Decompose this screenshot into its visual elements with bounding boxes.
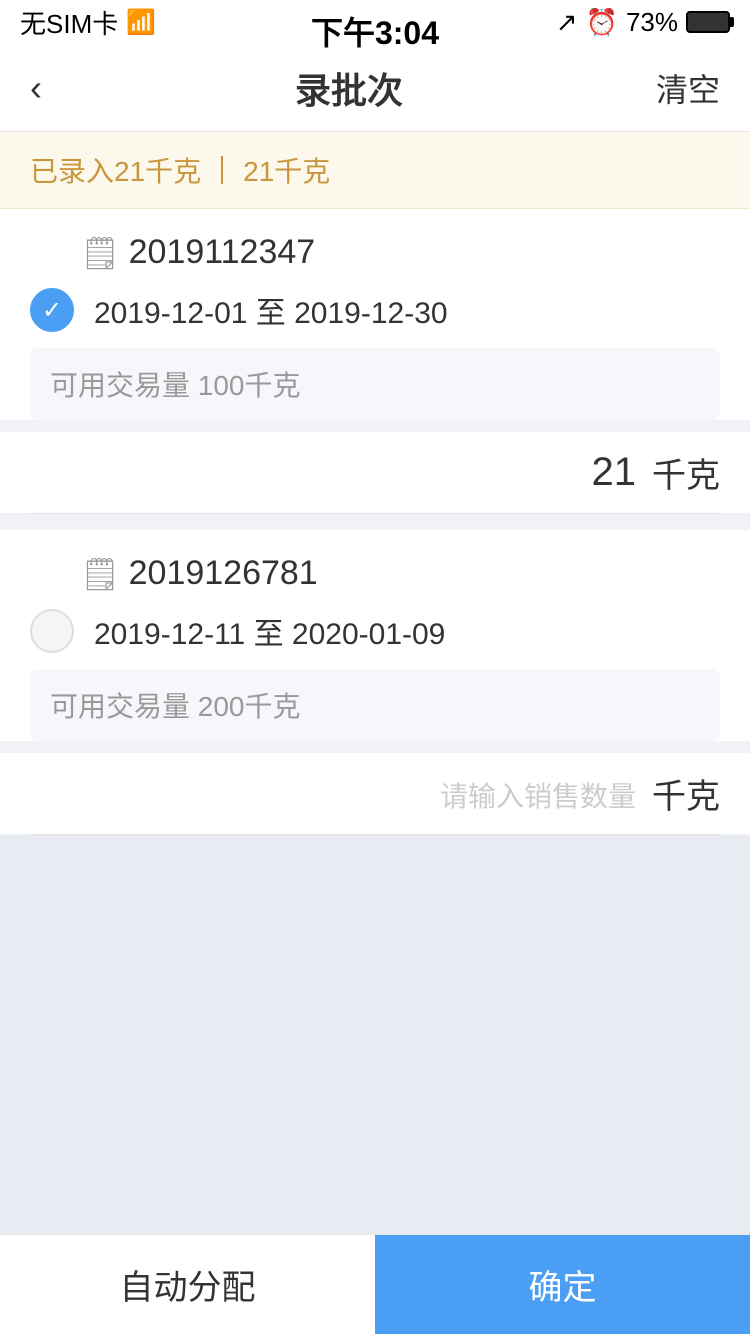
back-button[interactable]: ‹ bbox=[30, 67, 42, 109]
radio-btn-2[interactable] bbox=[30, 609, 74, 653]
status-time: 下午3:04 bbox=[311, 8, 439, 54]
nav-bar: ‹ 录批次 清空 bbox=[0, 44, 750, 132]
batch-doc-icon-2: 🗒 bbox=[80, 555, 121, 593]
qty-input-1[interactable] bbox=[436, 450, 636, 495]
input-row-2: 千克 bbox=[0, 753, 750, 834]
status-carrier: 无SIM卡 📶 bbox=[20, 4, 156, 41]
batch-card-1: 🗒 2019112347 2019-12-01 至 2019-12-30 可用交… bbox=[0, 209, 750, 420]
auto-distribute-button[interactable]: 自动分配 bbox=[0, 1235, 375, 1334]
batch-header-2: 🗒 2019126781 bbox=[0, 530, 750, 601]
batch-date-1: 2019-12-01 至 2019-12-30 bbox=[94, 288, 448, 332]
total-amount: 21千克 bbox=[243, 150, 330, 190]
info-banner: 已录入21千克 21千克 bbox=[0, 132, 750, 209]
batch-row-1: 2019-12-01 至 2019-12-30 bbox=[0, 280, 750, 340]
battery-text: 73% bbox=[626, 7, 678, 38]
content-area: 🗒 2019112347 2019-12-01 至 2019-12-30 可用交… bbox=[0, 209, 750, 1315]
radio-btn-1[interactable] bbox=[30, 288, 74, 332]
recorded-amount: 已录入21千克 bbox=[30, 150, 201, 190]
batch-card-2: 🗒 2019126781 2019-12-11 至 2020-01-09 可用交… bbox=[0, 530, 750, 741]
batch-qty-row-1: 可用交易量 100千克 bbox=[30, 348, 720, 420]
clear-button[interactable]: 清空 bbox=[656, 65, 720, 111]
bottom-bar: 自动分配 确定 bbox=[0, 1234, 750, 1334]
batch-header-1: 🗒 2019112347 bbox=[0, 209, 750, 280]
batch-row-2: 2019-12-11 至 2020-01-09 bbox=[0, 601, 750, 661]
confirm-button[interactable]: 确定 bbox=[375, 1235, 750, 1334]
section-sep-1 bbox=[0, 514, 750, 530]
battery-icon bbox=[686, 11, 730, 33]
input-row-1: 千克 bbox=[0, 432, 750, 513]
qty-unit-1: 千克 bbox=[652, 448, 720, 497]
qty-input-2[interactable] bbox=[436, 771, 636, 816]
batch-doc-icon-1: 🗒 bbox=[80, 234, 121, 272]
batch-date-2: 2019-12-11 至 2020-01-09 bbox=[94, 609, 445, 653]
alarm-icon: ⏰ bbox=[586, 7, 618, 38]
info-divider bbox=[221, 156, 223, 184]
batch-qty-label-2: 可用交易量 200千克 bbox=[50, 685, 301, 725]
batch-id-1: 2019112347 bbox=[129, 233, 316, 272]
status-bar: 无SIM卡 📶 下午3:04 ↗ ⏰ 73% bbox=[0, 0, 750, 44]
batch-qty-label-1: 可用交易量 100千克 bbox=[50, 364, 301, 404]
batch-id-2: 2019126781 bbox=[129, 554, 318, 593]
batch-qty-row-2: 可用交易量 200千克 bbox=[30, 669, 720, 741]
carrier-text: 无SIM卡 bbox=[20, 4, 118, 41]
qty-unit-2: 千克 bbox=[652, 769, 720, 818]
page-title: 录批次 bbox=[295, 62, 403, 114]
location-icon: ↗ bbox=[556, 7, 578, 38]
wifi-icon: 📶 bbox=[126, 8, 156, 37]
status-right: ↗ ⏰ 73% bbox=[556, 7, 730, 38]
